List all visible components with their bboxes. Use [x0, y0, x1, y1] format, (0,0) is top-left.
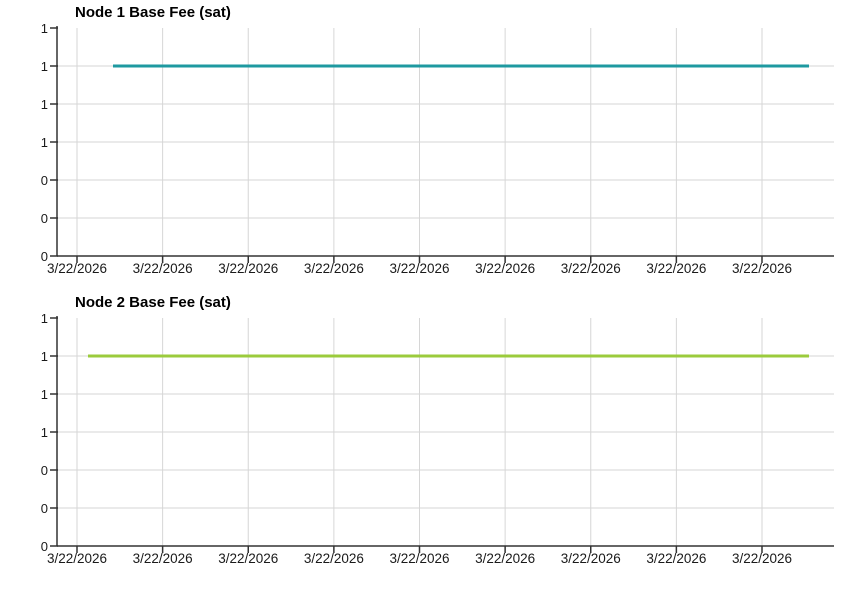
y-tick-label: 1: [40, 386, 48, 402]
x-tick-label: 3/22/2026: [218, 261, 279, 276]
x-tick-label: 3/22/2026: [132, 261, 193, 276]
x-tick-label: 3/22/2026: [560, 551, 621, 566]
y-tick-label: 1: [40, 134, 48, 150]
x-tick-label: 3/22/2026: [389, 551, 450, 566]
x-tick-label: 3/22/2026: [46, 551, 108, 566]
x-tick-label: 3/22/2026: [731, 551, 793, 566]
x-tick-label: 3/22/2026: [560, 261, 621, 276]
chart-node-1-base-fee: Node 1 Base Fee (sat) 1 1 1 1 0 0 0 3/22/2026 3/…: [0, 0, 860, 290]
y-tick-label: 0: [40, 500, 48, 516]
x-tick-label: 3/22/2026: [46, 261, 108, 276]
y-tick-label: 1: [40, 424, 48, 440]
y-tick-label: 1: [40, 58, 48, 74]
y-tick-label: 1: [40, 96, 48, 112]
x-tick-label: 3/22/2026: [646, 261, 707, 276]
x-tick-label: 3/22/2026: [646, 551, 707, 566]
chart-panel: Node 1 Base Fee (sat) 1 1 1 1 0 0 0 3/22/2026 3/…: [0, 0, 860, 600]
chart-node-2-base-fee: Node 2 Base Fee (sat) 1 1 1 1 0 0 0 3/22/2026 3/…: [0, 290, 860, 580]
x-tick-label: 3/22/2026: [303, 261, 364, 276]
chart-node-2-plot-area: [50, 316, 834, 553]
chart-title: Node 1 Base Fee (sat): [75, 4, 231, 21]
x-tick-label: 3/22/2026: [389, 261, 450, 276]
y-tick-label: 0: [40, 210, 48, 226]
y-tick-label: 1: [40, 348, 48, 364]
y-tick-label: 1: [40, 310, 48, 326]
x-tick-label: 3/22/2026: [731, 261, 793, 276]
chart-node-1-plot-area: [50, 26, 834, 263]
x-tick-label: 3/22/2026: [132, 551, 193, 566]
y-tick-label: 0: [40, 172, 48, 188]
x-tick-label: 3/22/2026: [218, 551, 279, 566]
chart-title: Node 2 Base Fee (sat): [75, 294, 231, 311]
x-tick-label: 3/22/2026: [475, 261, 536, 276]
x-tick-label: 3/22/2026: [303, 551, 364, 566]
y-tick-label: 1: [40, 20, 48, 36]
y-tick-label: 0: [40, 462, 48, 478]
x-tick-label: 3/22/2026: [475, 551, 536, 566]
